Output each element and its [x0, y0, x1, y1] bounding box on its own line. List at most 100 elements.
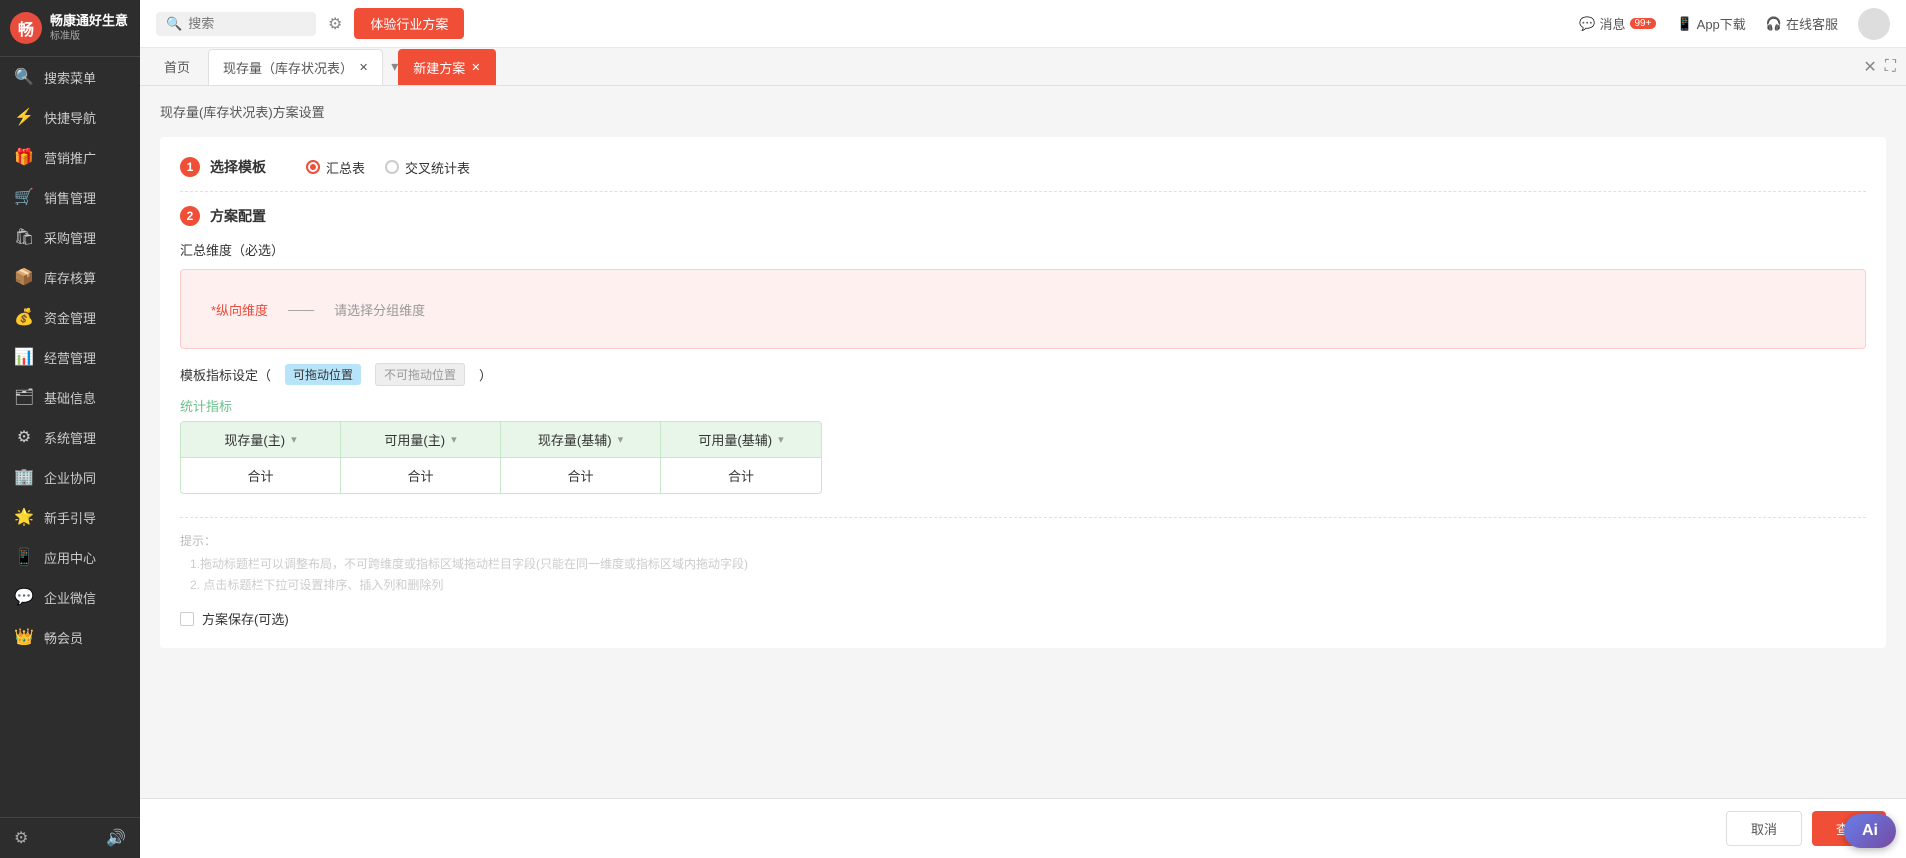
save-checkbox-label: 方案保存(可选) [202, 609, 289, 628]
chat-icon: 💬 [14, 587, 34, 607]
sidebar-logo: 畅 畅康通好生意 标准版 [0, 0, 140, 57]
headset-icon: 🎧 [1766, 16, 1782, 32]
step2-num: 2 [180, 206, 200, 226]
metric-table: 现存量(主) ▾ 可用量(主) ▾ 现存量(基辅) ▾ 可用量(基辅) ▾ [180, 421, 822, 494]
sidebar-item-sales[interactable]: 🛒 销售管理 [0, 177, 140, 217]
sidebar-item-search-label: 搜索菜单 [44, 68, 96, 87]
message-item[interactable]: 💬 消息 99+ [1579, 14, 1656, 33]
tab-new-scheme[interactable]: 新建方案 ✕ [398, 49, 495, 85]
sidebar-item-search[interactable]: 🔍 搜索菜单 [0, 57, 140, 97]
sidebar-item-appcenter[interactable]: 📱 应用中心 [0, 537, 140, 577]
logo-edition: 标准版 [50, 30, 128, 43]
sidebar-item-finance[interactable]: 💰 资金管理 [0, 297, 140, 337]
sidebar-item-purchase[interactable]: 🛍 采购管理 [0, 217, 140, 257]
template-radio-group: 汇总表 交叉统计表 [306, 158, 470, 177]
sidebar-item-operation-label: 经营管理 [44, 348, 96, 367]
stats-label: 统计指标 [180, 396, 1866, 415]
star-icon: 🌟 [14, 507, 34, 527]
sidebar-item-system[interactable]: ⚙ 系统管理 [0, 417, 140, 457]
logo-text: 畅康通好生意 标准版 [50, 13, 128, 43]
indicator-setting-label: 模板指标设定（ [180, 365, 271, 384]
crown-icon: 👑 [14, 627, 34, 647]
metric-total-2: 合计 [501, 458, 661, 493]
logo-icon: 畅 [10, 12, 42, 44]
sidebar-menu: 🔍 搜索菜单 ⚡ 快捷导航 🎁 营销推广 🛒 销售管理 🛍 采购管理 📦 库存核… [0, 57, 140, 817]
sidebar-item-basic[interactable]: 🗂 基础信息 [0, 377, 140, 417]
sidebar-item-marketing[interactable]: 🎁 营销推广 [0, 137, 140, 177]
settings-icon[interactable]: ⚙ [14, 828, 28, 848]
save-checkbox-row: 方案保存(可选) [180, 609, 1866, 628]
search-icon: 🔍 [14, 67, 34, 87]
radio-summary-circle [306, 160, 320, 174]
tab-dropdown-icon[interactable]: ▾ [391, 58, 398, 75]
metric-header-0[interactable]: 现存量(主) ▾ [181, 422, 341, 457]
sidebar-item-enterprise[interactable]: 🏢 企业协同 [0, 457, 140, 497]
message-badge: 99+ [1630, 18, 1657, 29]
sidebar-item-operation[interactable]: 📊 经营管理 [0, 337, 140, 377]
metric-header-1[interactable]: 可用量(主) ▾ [341, 422, 501, 457]
metric-total-3: 合计 [661, 458, 821, 493]
window-close-icon[interactable]: ✕ [1863, 57, 1876, 77]
tab-new-scheme-close-icon[interactable]: ✕ [471, 61, 480, 74]
sidebar-item-inventory-label: 库存核算 [44, 268, 96, 287]
avatar[interactable] [1858, 8, 1890, 40]
app-download-item[interactable]: 📱 App下载 [1676, 14, 1745, 33]
main-wrapper: 🔍 ⚙ 体验行业方案 💬 消息 99+ 📱 App下载 🎧 在线客服 首页 [140, 0, 1906, 858]
dimension-box[interactable]: *纵向维度 —— 请选择分组维度 [180, 269, 1866, 349]
sidebar-item-basic-label: 基础信息 [44, 388, 96, 407]
summary-dimension-label: 汇总维度（必选） [180, 240, 1866, 259]
sidebar-item-wechat-label: 企业微信 [44, 588, 96, 607]
sidebar-item-newguide[interactable]: 🌟 新手引导 [0, 497, 140, 537]
draggable-label: 可拖动位置 [285, 364, 361, 385]
chevron-down-icon-1[interactable]: ▾ [451, 433, 457, 446]
chevron-down-icon-2[interactable]: ▾ [618, 433, 624, 446]
sidebar-item-inventory[interactable]: 📦 库存核算 [0, 257, 140, 297]
online-service-label: 在线客服 [1786, 14, 1838, 33]
save-checkbox[interactable] [180, 612, 194, 626]
radio-crosstab-circle [385, 160, 399, 174]
sidebar-item-member[interactable]: 👑 畅会员 [0, 617, 140, 657]
metric-total-1: 合计 [341, 458, 501, 493]
sidebar: 畅 畅康通好生意 标准版 🔍 搜索菜单 ⚡ 快捷导航 🎁 营销推广 🛒 销售管理… [0, 0, 140, 858]
search-icon: 🔍 [166, 16, 182, 32]
metric-header-3-label: 可用量(基辅) [698, 430, 772, 449]
metric-header-3[interactable]: 可用量(基辅) ▾ [661, 422, 821, 457]
online-service-item[interactable]: 🎧 在线客服 [1766, 14, 1838, 33]
tip-item-1: 2. 点击标题栏下拉可设置排序、插入列和删除列 [180, 576, 1866, 593]
topbar-gear-icon[interactable]: ⚙ [328, 14, 342, 34]
window-expand-icon[interactable]: ⛶ [1885, 58, 1896, 76]
cancel-button[interactable]: 取消 [1726, 811, 1802, 846]
bottom-bar: 取消 查询 [140, 798, 1906, 858]
chevron-down-icon-3[interactable]: ▾ [778, 433, 784, 446]
tips-label: 提示： [180, 532, 1866, 549]
dimension-required-label: *纵向维度 [211, 300, 268, 319]
tab-home[interactable]: 首页 [150, 49, 204, 84]
tab-inventory-status-label: 现存量（库存状况表） [223, 58, 353, 77]
trial-btn[interactable]: 体验行业方案 [354, 8, 464, 39]
tab-inventory-status[interactable]: 现存量（库存状况表） ✕ [208, 49, 383, 85]
radio-summary[interactable]: 汇总表 [306, 158, 365, 177]
indicator-setting: 模板指标设定（ 可拖动位置 不可拖动位置 ） [180, 363, 1866, 386]
radio-crosstab[interactable]: 交叉统计表 [385, 158, 470, 177]
phone-icon: 📱 [14, 547, 34, 567]
tabbar: 首页 现存量（库存状况表） ✕ ▾ 新建方案 ✕ ✕ ⛶ [140, 48, 1906, 86]
sidebar-item-purchase-label: 采购管理 [44, 228, 96, 247]
non-draggable-badge: 不可拖动位置 [375, 363, 465, 386]
building-icon: 🏢 [14, 467, 34, 487]
ai-button[interactable]: Ai [1844, 814, 1896, 848]
sidebar-item-wechat[interactable]: 💬 企业微信 [0, 577, 140, 617]
sidebar-item-quicknav[interactable]: ⚡ 快捷导航 [0, 97, 140, 137]
metric-table-header: 现存量(主) ▾ 可用量(主) ▾ 现存量(基辅) ▾ 可用量(基辅) ▾ [181, 422, 821, 457]
chevron-down-icon-0[interactable]: ▾ [291, 433, 297, 446]
metric-header-2[interactable]: 现存量(基辅) ▾ [501, 422, 661, 457]
gift-icon: 🎁 [14, 147, 34, 167]
metric-total-0: 合计 [181, 458, 341, 493]
search-input[interactable] [188, 16, 306, 31]
step1-label: 选择模板 [210, 157, 266, 177]
bag-icon: 🛍 [14, 227, 34, 247]
sidebar-item-quicknav-label: 快捷导航 [44, 108, 96, 127]
search-box[interactable]: 🔍 [156, 12, 316, 36]
sound-icon[interactable]: 🔊 [106, 828, 126, 848]
metric-header-2-label: 现存量(基辅) [538, 430, 612, 449]
tab-inventory-status-close-icon[interactable]: ✕ [359, 61, 368, 74]
